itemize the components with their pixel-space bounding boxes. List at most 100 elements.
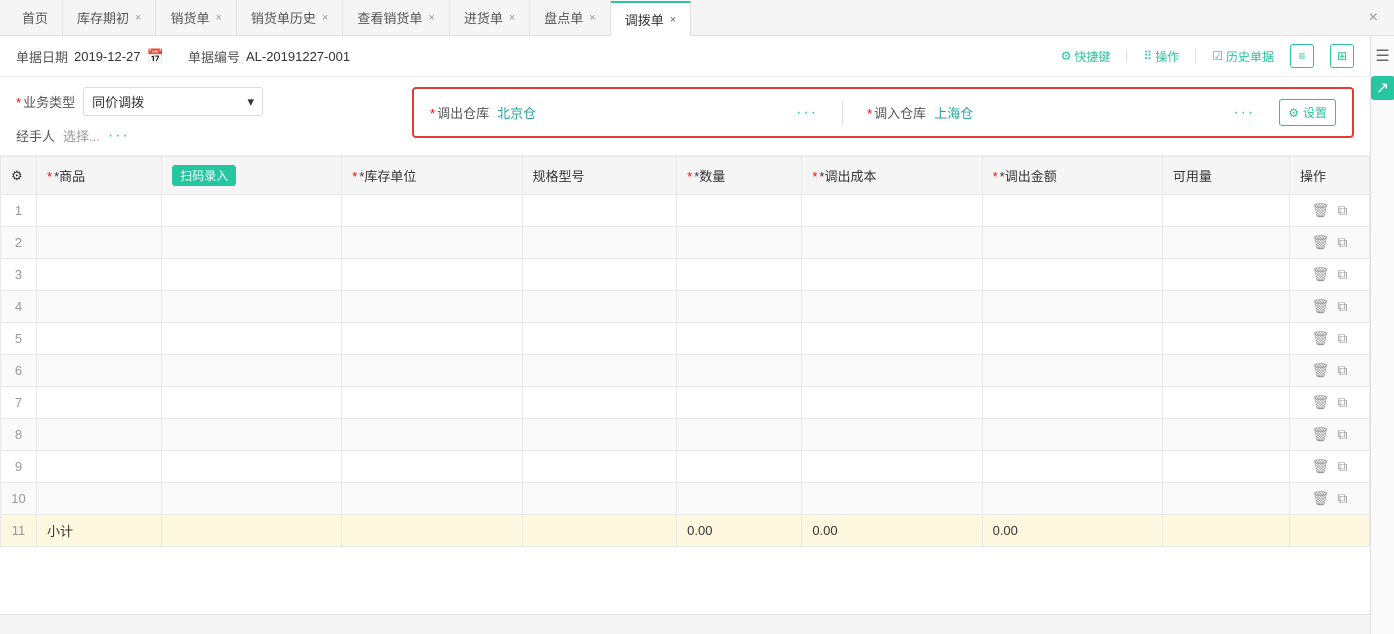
copy-icon[interactable]: ⧉ [1337, 234, 1347, 251]
delete-icon[interactable]: 🗑 [1312, 490, 1330, 507]
op-column[interactable]: 🗑 ⧉ [1290, 291, 1370, 323]
table-cell [162, 323, 342, 355]
table-cell[interactable] [37, 451, 162, 483]
table-cell [677, 291, 802, 323]
delete-icon[interactable]: 🗑 [1312, 426, 1330, 443]
code-value: AL-20191227-001 [246, 49, 350, 64]
tab-purchase-order[interactable]: 进货单 × [450, 0, 530, 36]
warehouse-box: *调出仓库 北京仓 ··· *调入仓库 上海仓 ··· ⚙ [412, 87, 1354, 138]
delete-icon[interactable]: 🗑 [1312, 458, 1330, 475]
table-cell[interactable] [37, 387, 162, 419]
op-column[interactable]: 🗑 ⧉ [1290, 355, 1370, 387]
table-cell[interactable] [37, 419, 162, 451]
close-icon[interactable]: × [589, 12, 595, 24]
table-cell [522, 195, 677, 227]
operator-more-button[interactable]: ··· [108, 127, 130, 145]
table-cell[interactable] [37, 323, 162, 355]
table-cell[interactable] [37, 291, 162, 323]
tab-transfer-order[interactable]: 调拨单 × [611, 1, 691, 37]
table-cell [802, 387, 982, 419]
tab-inventory-check[interactable]: 盘点单 × [530, 0, 610, 36]
op-column[interactable]: 🗑 ⧉ [1290, 387, 1370, 419]
copy-icon[interactable]: ⧉ [1337, 426, 1347, 443]
op-column[interactable]: 🗑 ⧉ [1290, 259, 1370, 291]
table-cell [677, 195, 802, 227]
sidebar-notes-icon[interactable]: ☰ [1371, 44, 1394, 68]
copy-icon[interactable]: ⧉ [1337, 394, 1347, 411]
settings-button[interactable]: ⚙ 设置 [1279, 99, 1336, 126]
settings-icon: ⚙ [1288, 106, 1299, 120]
delete-icon[interactable]: 🗑 [1312, 298, 1330, 315]
op-column[interactable]: 🗑 ⧉ [1290, 323, 1370, 355]
history-icon: ☑ [1212, 49, 1223, 63]
tab-sales-history[interactable]: 销货单历史 × [237, 0, 343, 36]
op-column[interactable]: 🗑 ⧉ [1290, 483, 1370, 515]
tab-view-sales[interactable]: 查看销货单 × [343, 0, 449, 36]
copy-icon[interactable]: ⧉ [1337, 458, 1347, 475]
tab-inventory-init[interactable]: 库存期初 × [63, 0, 156, 36]
table-cell [802, 195, 982, 227]
close-icon[interactable]: × [135, 12, 141, 24]
warehouse-out-more-button[interactable]: ··· [796, 104, 818, 122]
subtotal-cell: 0.00 [802, 515, 982, 547]
copy-icon[interactable]: ⧉ [1337, 298, 1347, 315]
warehouse-out-value: 北京仓 [497, 103, 536, 122]
delete-icon[interactable]: 🗑 [1312, 202, 1330, 219]
window-close-button[interactable]: × [1361, 9, 1386, 27]
copy-icon[interactable]: ⧉ [1337, 266, 1347, 283]
table-cell [982, 483, 1162, 515]
copy-icon[interactable]: ⧉ [1337, 362, 1347, 379]
close-icon[interactable]: × [509, 12, 515, 24]
col-header-settings[interactable]: ⚙ [1, 157, 37, 195]
col-header-available: 可用量 [1162, 157, 1289, 195]
shortcut-button[interactable]: ⚙ 快捷键 [1061, 48, 1111, 65]
op-column[interactable]: 🗑 ⧉ [1290, 419, 1370, 451]
copy-icon[interactable]: ⧉ [1337, 202, 1347, 219]
table-cell [677, 451, 802, 483]
op-column[interactable]: 🗑 ⧉ [1290, 227, 1370, 259]
sidebar-link-icon[interactable]: ↗ [1371, 76, 1394, 100]
delete-icon[interactable]: 🗑 [1312, 362, 1330, 379]
table-cell[interactable] [37, 483, 162, 515]
table-cell[interactable] [37, 355, 162, 387]
warehouse-in-more-button[interactable]: ··· [1233, 104, 1255, 122]
delete-icon[interactable]: 🗑 [1312, 394, 1330, 411]
dropdown-icon: ▾ [248, 94, 255, 110]
table-cell[interactable] [37, 259, 162, 291]
table-cell [522, 419, 677, 451]
calendar-icon[interactable]: 📅 [147, 48, 164, 65]
col-header-scan[interactable]: 扫码录入 [162, 157, 342, 195]
copy-icon[interactable]: ⧉ [1337, 490, 1347, 507]
layout-btn-1[interactable]: ≡ [1290, 44, 1314, 68]
op-column[interactable]: 🗑 ⧉ [1290, 195, 1370, 227]
close-icon[interactable]: × [428, 12, 434, 24]
business-type-select[interactable]: 同价调拨 ▾ [83, 87, 263, 116]
close-icon[interactable]: × [322, 12, 328, 24]
op-column[interactable]: 🗑 ⧉ [1290, 451, 1370, 483]
copy-icon[interactable]: ⧉ [1337, 330, 1347, 347]
delete-icon[interactable]: 🗑 [1312, 330, 1330, 347]
code-field: 单据编号 AL-20191227-001 [188, 47, 350, 66]
close-icon[interactable]: × [215, 12, 221, 24]
row-number: 11 [1, 515, 37, 547]
tab-home[interactable]: 首页 [8, 0, 63, 36]
table-cell[interactable] [37, 227, 162, 259]
table-cell [677, 387, 802, 419]
tab-sales-order[interactable]: 销货单 × [156, 0, 236, 36]
table-cell [522, 291, 677, 323]
code-label: 单据编号 [188, 47, 240, 66]
table-cell [342, 387, 522, 419]
delete-icon[interactable]: 🗑 [1312, 234, 1330, 251]
layout-btn-2[interactable]: ⊞ [1330, 44, 1354, 68]
operation-button[interactable]: ⠿ 操作 [1143, 48, 1179, 65]
table-cell [342, 259, 522, 291]
scan-button[interactable]: 扫码录入 [172, 165, 236, 186]
table-cell[interactable] [37, 195, 162, 227]
table-cell [342, 483, 522, 515]
history-button[interactable]: ☑ 历史单据 [1212, 48, 1274, 65]
table-cell [162, 419, 342, 451]
table-cell [802, 323, 982, 355]
operator-input[interactable]: 选择... [63, 126, 100, 145]
delete-icon[interactable]: 🗑 [1312, 266, 1330, 283]
close-icon[interactable]: × [670, 14, 676, 26]
